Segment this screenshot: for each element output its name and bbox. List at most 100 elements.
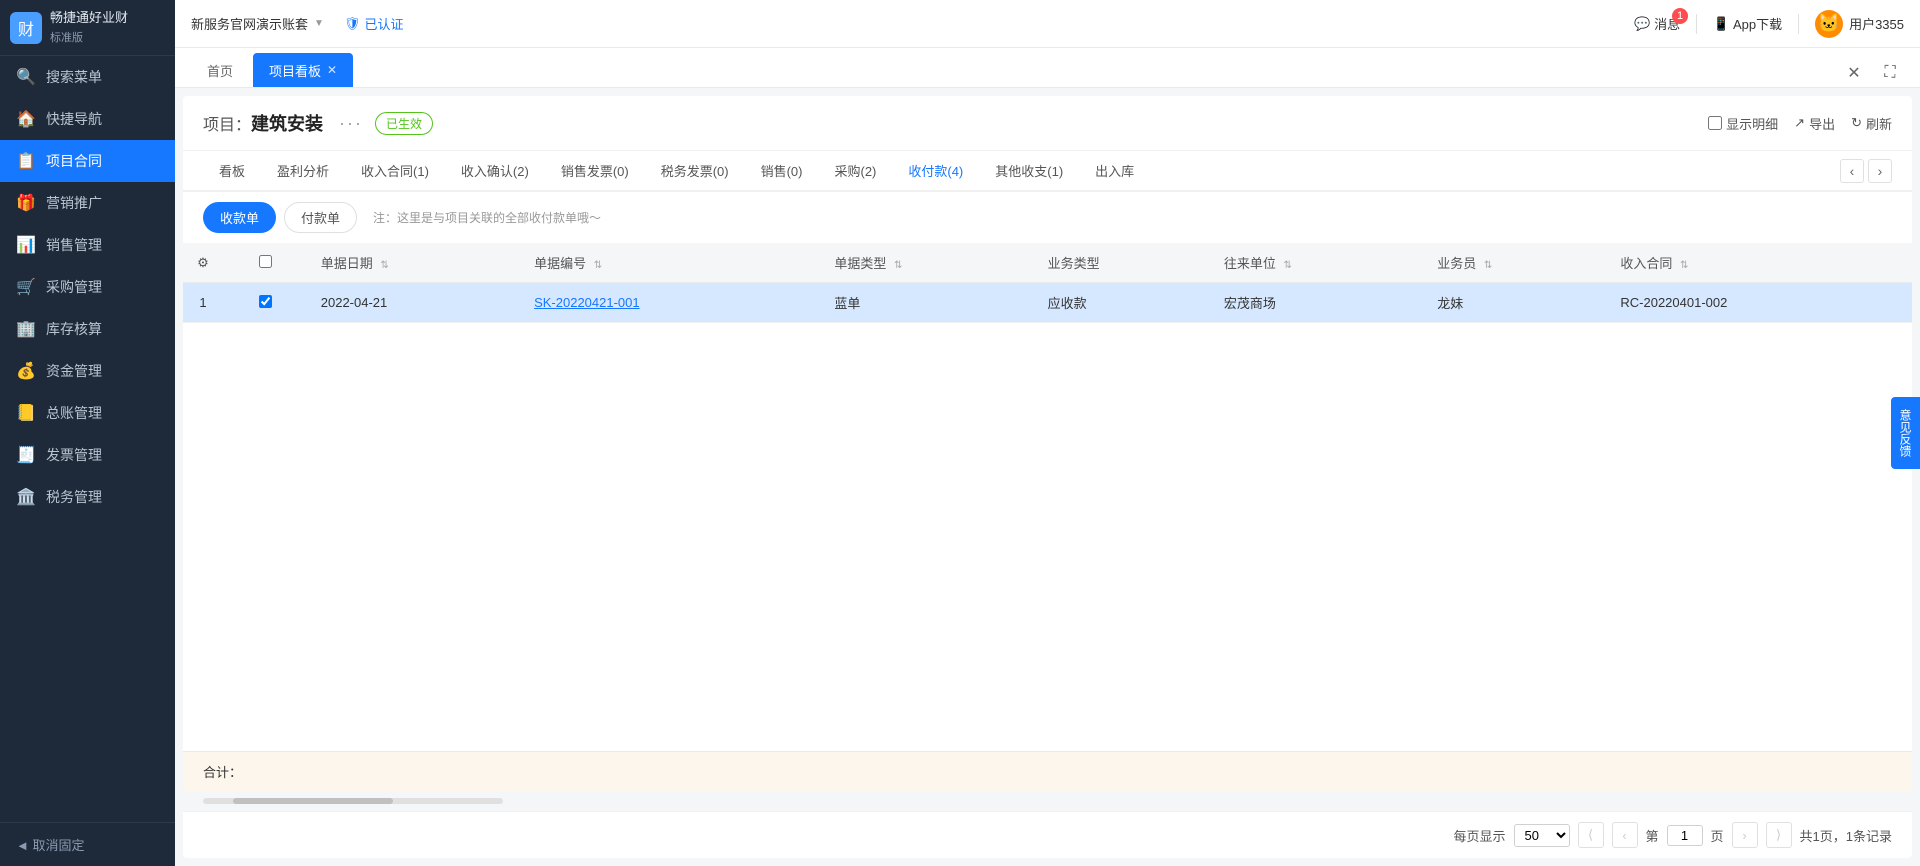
user-label: 用户3355 [1849,14,1904,33]
maximize-window-button[interactable]: ⛶ [1876,59,1904,87]
settings-column-header[interactable]: ⚙ [183,243,223,283]
inner-tab-purchase[interactable]: 采购(2) [818,151,892,192]
row-number-link[interactable]: SK-20220421-001 [534,295,640,310]
sidebar-item-sales[interactable]: 📊 销售管理 [0,224,175,266]
home-icon: 🏠 [16,109,36,129]
inner-tabs-prev-button[interactable]: ‹ [1840,159,1864,183]
pagination: 每页显示 50 100 200 ⟨ ‹ 第 页 › ⟩ 共1页，1条记录 [183,811,1912,858]
income-contract-column-header[interactable]: 收入合同 ⇅ [1608,243,1912,283]
sub-tab-payment[interactable]: 付款单 [284,202,357,233]
messages-button[interactable]: 💬 消息 1 [1634,14,1680,33]
refresh-button[interactable]: ↻ 刷新 [1851,114,1892,133]
topbar-left: 新服务官网演示账套 ▼ 🛡 已认证 [191,14,1634,33]
sub-tab-receipt-label: 收款单 [220,211,259,226]
app-download-label: App下载 [1733,14,1782,33]
sidebar-item-inventory[interactable]: 🏢 库存核算 [0,308,175,350]
type-column-header[interactable]: 单据类型 ⇅ [822,243,1035,283]
divider [1696,14,1697,34]
partner-column-header[interactable]: 往来单位 ⇅ [1212,243,1425,283]
row-checkbox[interactable] [259,295,272,308]
page-size-label: 每页显示 [1453,826,1505,845]
sidebar-item-tax[interactable]: 🏛️ 税务管理 [0,476,175,518]
inner-tabs-next-button[interactable]: › [1868,159,1892,183]
inner-tab-income-contract[interactable]: 收入合同(1) [345,151,445,192]
next-page-button[interactable]: › [1732,822,1758,848]
export-button[interactable]: ↗ 导出 [1794,114,1835,133]
sidebar-item-marketing[interactable]: 🎁 营销推广 [0,182,175,224]
sidebar-item-finance[interactable]: 💰 资金管理 [0,350,175,392]
sidebar-header: 财 畅捷通好业财 标准版 [0,0,175,56]
partner-sort-icon: ⇅ [1284,260,1292,271]
row-number[interactable]: SK-20220421-001 [522,283,822,323]
inner-tab-kanban[interactable]: 看板 [203,151,261,192]
tab-home-label: 首页 [207,61,233,80]
last-page-button[interactable]: ⟩ [1766,822,1792,848]
close-window-button[interactable]: ✕ [1840,59,1868,87]
project-more-button[interactable]: ··· [339,113,363,134]
data-table: ⚙ 单据日期 ⇅ 单据编号 ⇅ 单据类型 [183,243,1912,323]
sidebar-item-invoice[interactable]: 🧾 发票管理 [0,434,175,476]
sidebar-item-search[interactable]: 🔍 搜索菜单 [0,56,175,98]
sidebar-item-label-purchase: 采购管理 [46,277,102,297]
horizontal-scrollbar-track[interactable] [203,798,503,804]
tab-home[interactable]: 首页 [191,53,249,87]
scrollbar-area [183,791,1912,811]
show-detail-label: 显示明细 [1726,114,1778,133]
gift-icon: 🎁 [16,193,36,213]
row-checkbox-cell[interactable] [223,283,309,323]
inner-tab-payment[interactable]: 收付款(4) [892,151,979,192]
sub-tab-receipt[interactable]: 收款单 [203,202,276,233]
app-download-button[interactable]: 📱 App下载 [1713,14,1782,33]
page-number-input[interactable] [1667,825,1703,846]
income-contract-sort-icon: ⇅ [1680,260,1688,271]
sidebar-item-shortcut[interactable]: 🏠 快捷导航 [0,98,175,140]
inventory-icon: 🏢 [16,319,36,339]
table-header-row: ⚙ 单据日期 ⇅ 单据编号 ⇅ 单据类型 [183,243,1912,283]
inner-tab-profit[interactable]: 盈利分析 [261,151,345,192]
prev-page-button[interactable]: ‹ [1612,822,1638,848]
sidebar-item-label-shortcut: 快捷导航 [46,109,102,129]
inner-tabs-nav: ‹ › [1840,159,1892,183]
user-avatar: 🐱 [1815,10,1843,38]
feedback-button[interactable]: 意见反馈 [1891,397,1920,469]
sidebar-unpin-button[interactable]: ◄ 取消固定 [0,822,175,866]
show-detail-checkbox[interactable] [1708,116,1722,130]
inner-tab-other-expense[interactable]: 其他收支(1) [979,151,1079,192]
salesman-column-header[interactable]: 业务员 ⇅ [1425,243,1608,283]
row-partner: 宏茂商场 [1212,283,1425,323]
sidebar-item-label-finance: 资金管理 [46,361,102,381]
sidebar-item-purchase[interactable]: 🛒 采购管理 [0,266,175,308]
show-detail-option[interactable]: 显示明细 [1708,114,1778,133]
tabbar: 首页 项目看板 ✕ ✕ ⛶ [175,48,1920,88]
date-column-header[interactable]: 单据日期 ⇅ [309,243,522,283]
inner-tab-sales-invoice[interactable]: 销售发票(0) [545,151,645,192]
table-row[interactable]: 1 2022-04-21 SK-20220421-001 蓝单 应收款 宏茂商场… [183,283,1912,323]
horizontal-scrollbar-thumb[interactable] [233,798,393,804]
refresh-icon: ↻ [1851,115,1862,131]
sidebar-item-label-marketing: 营销推广 [46,193,102,213]
select-all-checkbox[interactable] [259,255,272,268]
tab-project-board[interactable]: 项目看板 ✕ [253,53,353,87]
inner-tab-sales[interactable]: 销售(0) [745,151,819,192]
app-edition: 标准版 [50,29,128,45]
sub-tab-note: 注：这里是与项目关联的全部收付款单哦～ [373,209,601,226]
page-size-select[interactable]: 50 100 200 [1514,824,1570,847]
sidebar-item-contract[interactable]: 📋 项目合同 [0,140,175,182]
sidebar-item-ledger[interactable]: 📒 总账管理 [0,392,175,434]
tab-close-icon[interactable]: ✕ [327,63,337,77]
table-container: ⚙ 单据日期 ⇅ 单据编号 ⇅ 单据类型 [183,243,1912,751]
user-menu[interactable]: 🐱 用户3355 [1815,10,1904,38]
sidebar-nav: 🔍 搜索菜单 🏠 快捷导航 📋 项目合同 🎁 营销推广 📊 销售管理 🛒 采购管… [0,56,175,822]
number-column-header[interactable]: 单据编号 ⇅ [522,243,822,283]
sub-tab-payment-label: 付款单 [301,211,340,226]
account-selector[interactable]: 新服务官网演示账套 ▼ [191,14,344,33]
sidebar-item-label-contract: 项目合同 [46,151,102,171]
first-page-button[interactable]: ⟨ [1578,822,1604,848]
total-label: 合计： [203,765,242,780]
topbar: 新服务官网演示账套 ▼ 🛡 已认证 💬 消息 1 📱 App下载 [175,0,1920,48]
type-sort-icon: ⇅ [894,260,902,271]
date-sort-icon: ⇅ [380,260,388,271]
inner-tab-tax-invoice[interactable]: 税务发票(0) [645,151,745,192]
inner-tab-inout[interactable]: 出入库 [1079,151,1150,192]
inner-tab-income-confirm[interactable]: 收入确认(2) [445,151,545,192]
